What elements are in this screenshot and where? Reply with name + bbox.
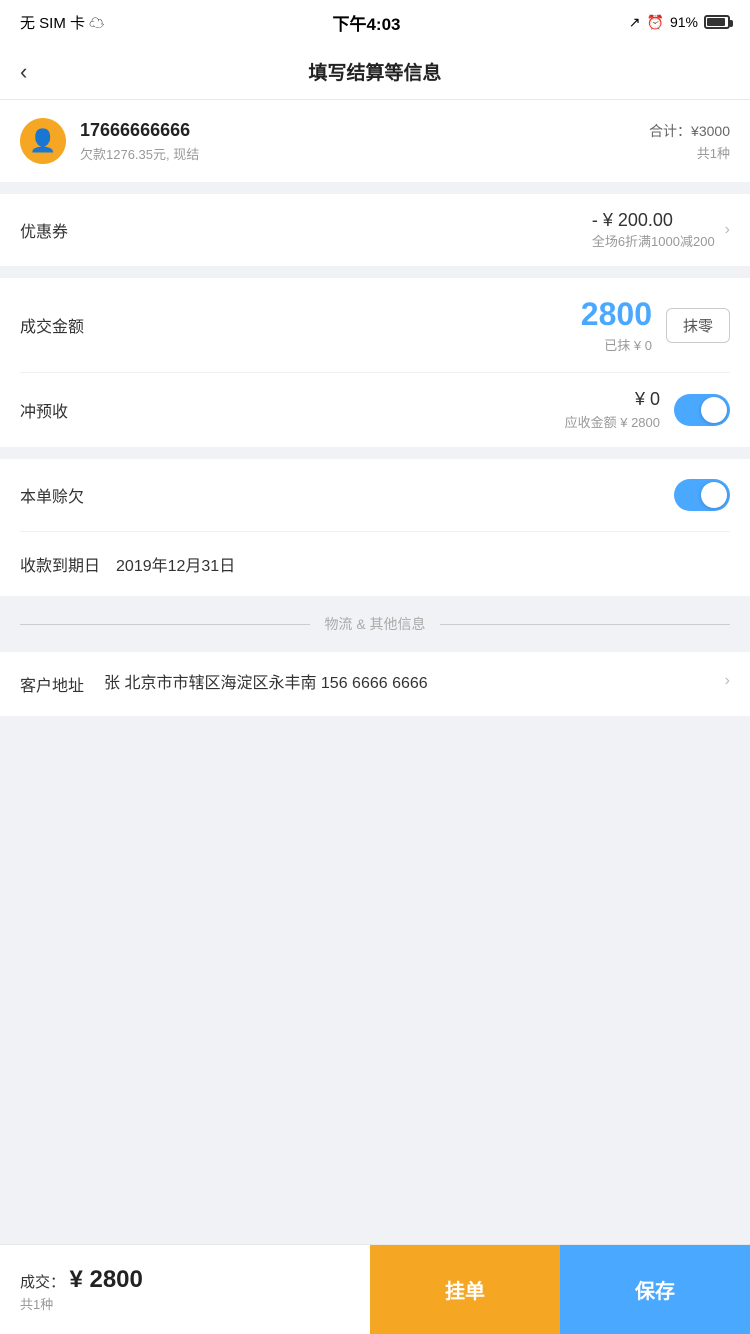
coupon-value-block: - ¥ 200.00 全场6折满1000减200 [592,210,715,250]
save-button-label: 保存 [635,1275,675,1304]
back-button[interactable]: ‹ [20,59,27,85]
prepay-toggle[interactable] [674,394,730,426]
save-button[interactable]: 保存 [560,1245,750,1334]
arrearage-toggle[interactable] [674,479,730,511]
prepay-right: ¥ 0 应收金额 ¥ 2800 [565,389,730,431]
prepay-label: 冲预收 [20,398,68,422]
coupon-label: 优惠券 [20,218,68,242]
bottom-deal-line: 成交： ¥ 2800 [20,1266,350,1294]
round-off-button[interactable]: 抹零 [666,308,730,343]
user-sub-text: 欠款1276.35元, 现结 [80,144,199,163]
bottom-bar: 成交： ¥ 2800 共1种 挂单 保存 [0,1244,750,1334]
location-icon: ↗ [629,14,641,31]
section-separator: 物流 & 其他信息 [0,596,750,652]
alarm-icon: ⏰ [647,14,664,31]
battery-icon [704,15,730,29]
user-phone: 17666666666 [80,120,199,141]
deal-amount-row: 成交金额 2800 已抹 ¥ 0 抹零 [20,278,730,373]
coupon-right: - ¥ 200.00 全场6折满1000减200 › [592,210,730,250]
user-right: 合计：¥3000 共1种 [649,121,730,162]
total-count: 共1种 [649,143,730,162]
deal-amount-value: 2800 [581,296,652,333]
bottom-deal-amount: ¥ 2800 [69,1266,142,1293]
amount-section: 成交金额 2800 已抹 ¥ 0 抹零 冲预收 ¥ 0 应收金额 ¥ 2800 [0,278,750,447]
date-row: 收款到期日 2019年12月31日 [20,532,730,596]
address-label: 客户地址 [20,672,84,696]
user-details: 17666666666 欠款1276.35元, 现结 [80,120,199,163]
bottom-summary: 成交： ¥ 2800 共1种 [0,1266,370,1313]
avatar: 👤 [20,118,66,164]
battery-text: 91% [670,14,698,30]
address-chevron-icon: › [725,672,730,690]
content: 👤 17666666666 欠款1276.35元, 现结 合计：¥3000 共1… [0,100,750,1028]
sim-text: 无 SIM 卡 ☁ [20,12,104,33]
status-right: ↗ ⏰ 91% [629,14,730,31]
coupon-desc: 全场6折满1000减200 [592,231,715,250]
chevron-right-icon: › [725,221,730,239]
deal-amount-label: 成交金额 [20,313,84,337]
address-row[interactable]: 客户地址 张 北京市市辖区海淀区永丰南 156 6666 6666 › [20,652,730,716]
coupon-row[interactable]: 优惠券 - ¥ 200.00 全场6折满1000减200 › [0,194,750,266]
status-bar: 无 SIM 卡 ☁ 下午4:03 ↗ ⏰ 91% [0,0,750,44]
deal-amount-sub: 已抹 ¥ 0 [581,335,652,354]
bottom-deal-count: 共1种 [20,1294,350,1313]
hang-button[interactable]: 挂单 [370,1245,560,1334]
separator-text: 物流 & 其他信息 [324,614,425,634]
user-info-row: 👤 17666666666 欠款1276.35元, 现结 合计：¥3000 共1… [0,100,750,182]
status-left: 无 SIM 卡 ☁ [20,12,104,33]
total-label: 合计：¥3000 [649,121,730,141]
due-date-value: 2019年12月31日 [116,552,235,576]
status-time: 下午4:03 [332,10,400,35]
user-left: 👤 17666666666 欠款1276.35元, 现结 [20,118,199,164]
coupon-amount: - ¥ 200.00 [592,210,715,231]
prepay-amount: ¥ 0 [635,389,660,410]
deal-amount-block: 2800 已抹 ¥ 0 [581,296,652,354]
address-value: 张 北京市市辖区海淀区永丰南 156 6666 6666 [104,672,717,696]
nav-bar: ‹ 填写结算等信息 [0,44,750,100]
due-date-label: 收款到期日 [20,552,100,576]
address-section: 客户地址 张 北京市市辖区海淀区永丰南 156 6666 6666 › [0,652,750,716]
prepay-col: ¥ 0 应收金额 ¥ 2800 [565,389,660,431]
arrearage-row: 本单赊欠 [20,459,730,532]
hang-button-label: 挂单 [445,1275,485,1304]
deal-amount-right: 2800 已抹 ¥ 0 抹零 [581,296,730,354]
spacer [0,728,750,928]
arrearage-label: 本单赊欠 [20,483,84,507]
prepay-row: 冲预收 ¥ 0 应收金额 ¥ 2800 [20,373,730,447]
avatar-icon: 👤 [29,128,56,154]
bottom-deal-label: 成交： [20,1274,65,1291]
arrearage-section: 本单赊欠 收款到期日 2019年12月31日 [0,459,750,596]
page-title: 填写结算等信息 [308,58,441,85]
prepay-sub: 应收金额 ¥ 2800 [565,412,660,431]
